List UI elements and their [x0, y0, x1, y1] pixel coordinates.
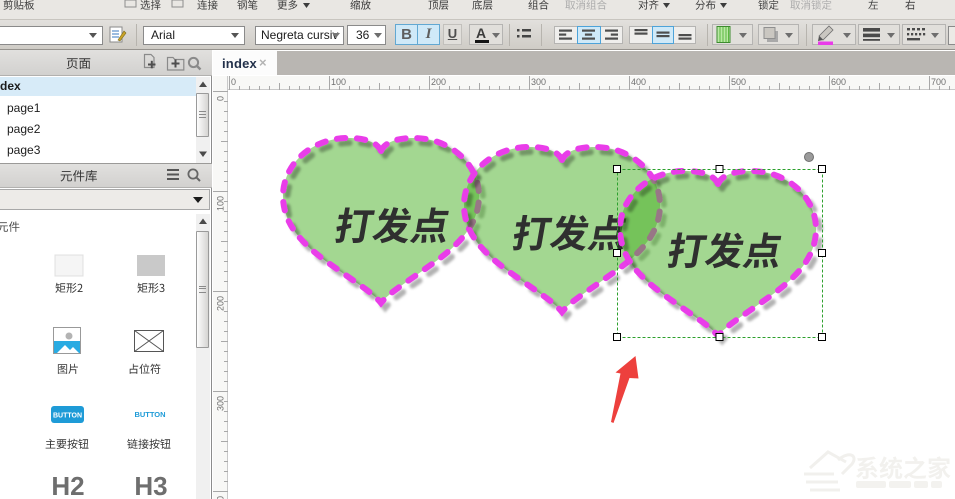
svg-text:600: 600 [831, 77, 846, 87]
svg-text:H3: H3 [134, 471, 167, 499]
svg-text:0: 0 [231, 77, 236, 87]
svg-text:400: 400 [631, 77, 646, 87]
svg-text:H2: H2 [51, 471, 84, 499]
svg-text:200: 200 [431, 77, 446, 87]
svg-text:0: 0 [216, 96, 226, 101]
svg-text:100: 100 [331, 77, 346, 87]
svg-text:500: 500 [731, 77, 746, 87]
svg-text:300: 300 [531, 77, 546, 87]
svg-text:100: 100 [216, 196, 226, 211]
svg-text:700: 700 [931, 77, 946, 87]
svg-text:BUTTON: BUTTON [134, 410, 165, 419]
svg-text:BUTTON: BUTTON [53, 413, 82, 420]
svg-text:300: 300 [216, 396, 226, 411]
svg-text:200: 200 [216, 296, 226, 311]
